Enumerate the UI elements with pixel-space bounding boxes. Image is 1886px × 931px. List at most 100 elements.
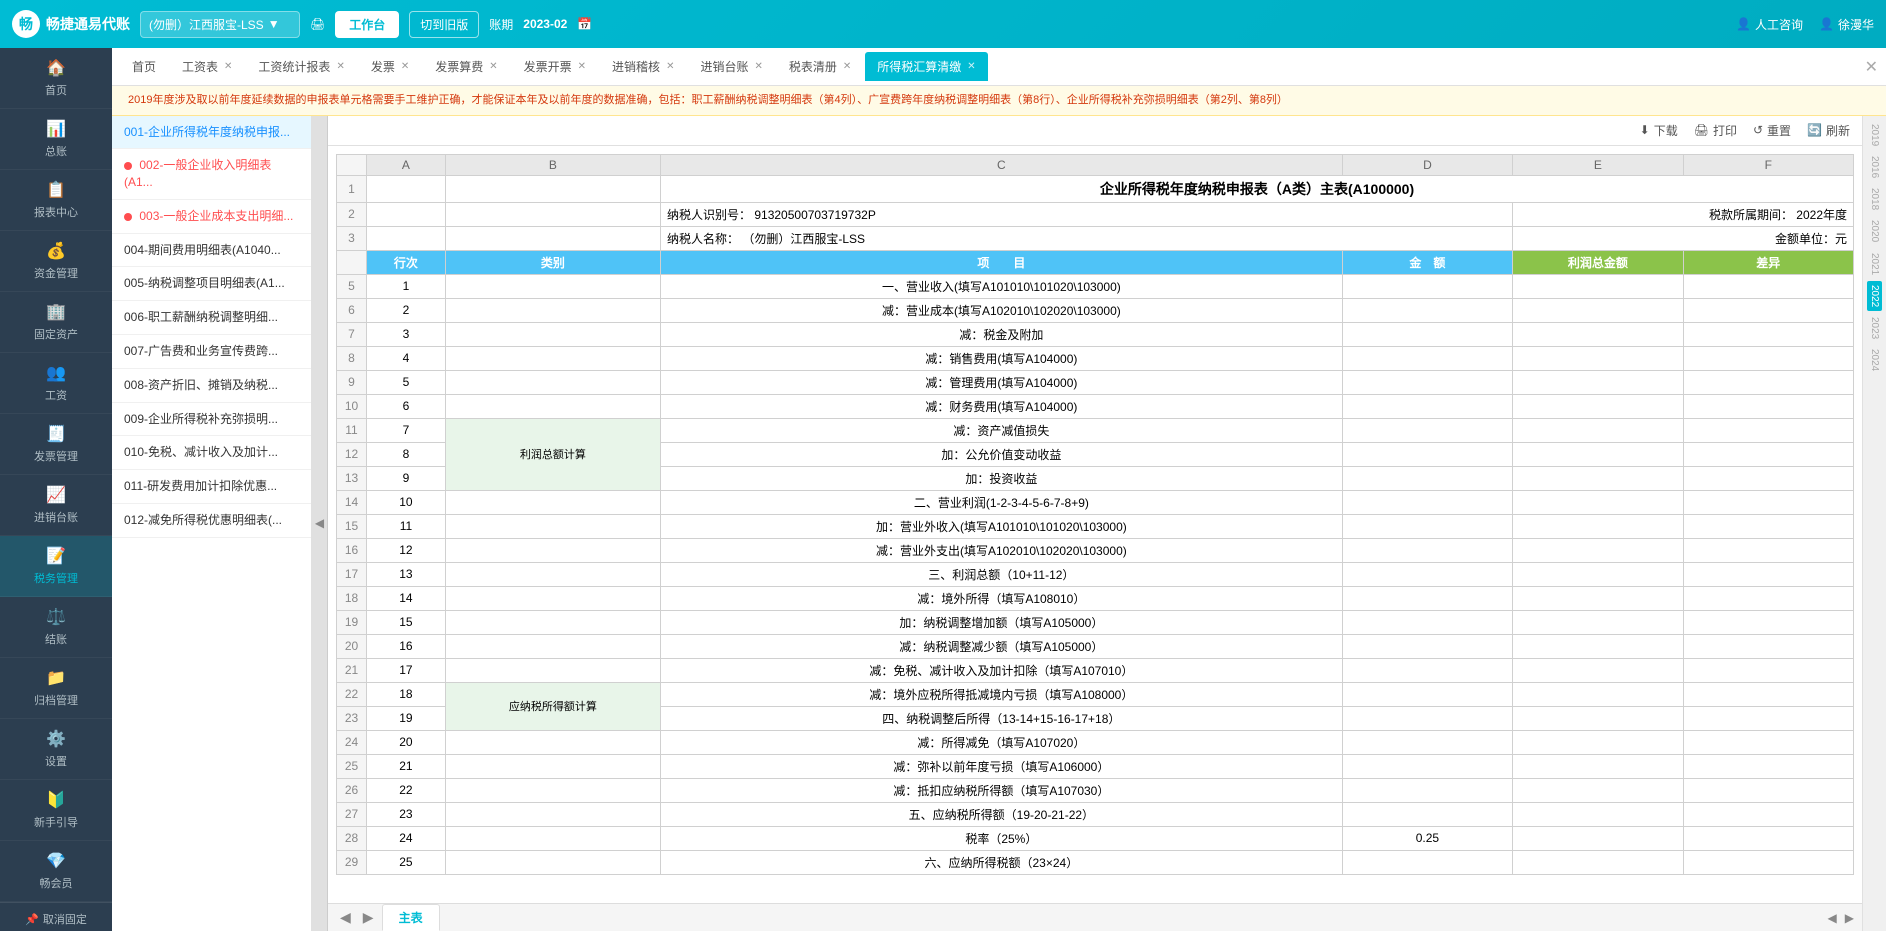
collapse-button[interactable]: ◀ [312, 116, 328, 931]
calendar-icon[interactable]: 📅 [577, 17, 592, 31]
sidebar-item-settings[interactable]: ⚙️ 设置 [0, 719, 112, 780]
col-header-f: F [1683, 154, 1853, 175]
home-icon: 🏠 [46, 58, 66, 78]
left-panel-item-012[interactable]: 012-减免所得税优惠明细表(... [112, 504, 311, 538]
print-button[interactable]: 🖨 打印 [1694, 122, 1737, 139]
refresh-button[interactable]: 🔄 刷新 [1807, 122, 1850, 139]
left-panel-item-005[interactable]: 005-纳税调整项目明细表(A1... [112, 267, 311, 301]
year-marker-2023[interactable]: 2023 [1869, 313, 1880, 343]
sidebar-item-home[interactable]: 🏠 首页 [0, 48, 112, 109]
left-panel-item-002-label: 002-一般企业收入明细表(A1... [124, 158, 271, 189]
sidebar-item-report[interactable]: 📋 报表中心 [0, 170, 112, 231]
year-marker-2016[interactable]: 2016 [1869, 152, 1880, 182]
tab-payroll-close[interactable]: ✕ [224, 61, 232, 72]
scroll-left-icon[interactable]: ◀ [1828, 911, 1837, 925]
tab-invoice-open-close[interactable]: ✕ [578, 61, 586, 72]
company-selector-text: (勿删）江西服宝-LSS [149, 16, 264, 33]
left-panel-item-006[interactable]: 006-职工薪酬纳税调整明细... [112, 301, 311, 335]
sidebar-item-guide[interactable]: 🔰 新手引导 [0, 780, 112, 841]
tab-invoice-calc-close[interactable]: ✕ [489, 61, 497, 72]
tab-payroll[interactable]: 工资表 ✕ [170, 52, 244, 81]
year-marker-2024[interactable]: 2024 [1869, 345, 1880, 375]
table-scroll[interactable]: A B C D E F 1 [328, 146, 1862, 904]
year-marker-2022[interactable]: 2022 [1867, 281, 1882, 311]
year-marker-2020[interactable]: 2020 [1869, 216, 1880, 246]
sidebar-item-sales-label: 进销台账 [34, 509, 78, 525]
left-panel-item-008[interactable]: 008-资产折旧、摊销及纳税... [112, 369, 311, 403]
year-marker-2021[interactable]: 2021 [1869, 249, 1880, 279]
tab-invoice[interactable]: 发票 ✕ [359, 52, 421, 81]
left-panel-item-008-label: 008-资产折旧、摊销及纳税... [124, 378, 278, 392]
right-panel: 2019 2016 2018 2020 2021 2022 2023 2024 [1862, 116, 1886, 931]
tab-bar-close-btn[interactable]: ✕ [1865, 57, 1878, 77]
sidebar-item-tax[interactable]: 📝 税务管理 [0, 536, 112, 597]
tab-invoice-calc[interactable]: 发票算费 ✕ [423, 52, 509, 81]
tab-payroll-stat-close[interactable]: ✕ [336, 61, 344, 72]
sidebar-item-sales[interactable]: 📈 进销台账 [0, 475, 112, 536]
tab-sales-ledger[interactable]: 进销台账 ✕ [688, 52, 774, 81]
sheet-tab-main-label: 主表 [399, 911, 423, 925]
sidebar-item-invoice[interactable]: 🧾 发票管理 [0, 414, 112, 475]
col-header-c: C [661, 154, 1343, 175]
logo-icon: 畅 [12, 10, 40, 38]
table-row: 14 10 二、营业利润(1-2-3-4-5-6-7-8+9) [337, 490, 1854, 514]
member-icon: 💎 [46, 851, 66, 871]
left-panel-item-010[interactable]: 010-免税、减计收入及加计... [112, 436, 311, 470]
print-icon[interactable]: 🖨 [310, 17, 325, 31]
table-row: 27 23 五、应纳税所得额（19-20-21-22） [337, 802, 1854, 826]
company-selector[interactable]: (勿删）江西服宝-LSS ▼ [140, 11, 300, 38]
user-info[interactable]: 👤 徐漫华 [1819, 16, 1874, 33]
sheet-tab-main[interactable]: 主表 [382, 904, 440, 931]
left-panel-item-011[interactable]: 011-研发费用加计扣除优惠... [112, 470, 311, 504]
sidebar-item-settlement[interactable]: ⚖️ 结账 [0, 597, 112, 658]
sidebar-item-payroll[interactable]: 👥 工资 [0, 353, 112, 414]
sheet-nav-next[interactable]: ▶ [359, 909, 378, 926]
reset-label: 重置 [1767, 122, 1791, 139]
tab-tax-clear-close[interactable]: ✕ [843, 61, 851, 72]
left-panel-item-003[interactable]: 003-一般企业成本支出明细... [112, 200, 311, 234]
scroll-right-icon[interactable]: ▶ [1845, 911, 1854, 925]
tab-tax-annual-close[interactable]: ✕ [967, 61, 975, 72]
left-panel-item-009[interactable]: 009-企业所得税补充弥损明... [112, 403, 311, 437]
left-panel-item-004[interactable]: 004-期间费用明细表(A1040... [112, 234, 311, 268]
ai-consult-button[interactable]: 👤 人工咨询 [1736, 16, 1803, 33]
settings-icon: ⚙️ [46, 729, 66, 749]
sidebar-item-member[interactable]: 💎 畅会员 [0, 841, 112, 902]
year-marker-2019[interactable]: 2019 [1869, 120, 1880, 150]
sales-icon: 📈 [46, 485, 66, 505]
sidebar-item-ledger[interactable]: 📊 总账 [0, 109, 112, 170]
sidebar-item-fund[interactable]: 💰 资金管理 [0, 231, 112, 292]
tab-invoice-close[interactable]: ✕ [401, 61, 409, 72]
tab-sales-ledger-label: 进销台账 [700, 58, 748, 75]
left-panel-item-002[interactable]: 002-一般企业收入明细表(A1... [112, 149, 311, 200]
tab-home[interactable]: 首页 [120, 52, 168, 81]
workbench-button[interactable]: 工作台 [335, 11, 399, 38]
sidebar-item-report-label: 报表中心 [34, 204, 78, 220]
tab-sales-check[interactable]: 进销稽核 ✕ [600, 52, 686, 81]
sidebar-item-archive[interactable]: 📁 归档管理 [0, 658, 112, 719]
col-header-row: A B C D E F [337, 154, 1854, 175]
year-marker-2018[interactable]: 2018 [1869, 184, 1880, 214]
tab-sales-ledger-close[interactable]: ✕ [754, 61, 762, 72]
sheet-nav-prev[interactable]: ◀ [336, 909, 355, 926]
tab-home-label: 首页 [132, 58, 156, 75]
tab-invoice-open[interactable]: 发票开票 ✕ [512, 52, 598, 81]
sidebar-item-asset[interactable]: 🏢 固定资产 [0, 292, 112, 353]
tab-sales-check-close[interactable]: ✕ [666, 61, 674, 72]
tab-tax-clear[interactable]: 税表清册 ✕ [777, 52, 863, 81]
period-label: 账期 [489, 16, 513, 33]
error-dot-002 [124, 162, 132, 170]
sidebar-cancel-fixed[interactable]: 📌 取消固定 [0, 902, 112, 931]
tab-payroll-stat[interactable]: 工资统计报表 ✕ [246, 52, 356, 81]
table-row: 5 1 一、营业收入(填写A101010\101020\103000) [337, 274, 1854, 298]
payroll-icon: 👥 [46, 363, 66, 383]
switch-version-button[interactable]: 切到旧版 [409, 11, 479, 38]
left-panel-item-001[interactable]: 001-企业所得税年度纳税申报... [112, 116, 311, 150]
pin-icon: 📌 [25, 913, 39, 926]
table-row: 20 16 减：纳税调整减少额（填写A105000） [337, 634, 1854, 658]
left-panel-item-007[interactable]: 007-广告费和业务宣传费跨... [112, 335, 311, 369]
error-dot-003 [124, 213, 132, 221]
reset-button[interactable]: ↺ 重置 [1753, 122, 1791, 139]
download-button[interactable]: ⬇ 下载 [1640, 122, 1678, 139]
tab-tax-annual[interactable]: 所得税汇算清缴 ✕ [865, 52, 987, 81]
